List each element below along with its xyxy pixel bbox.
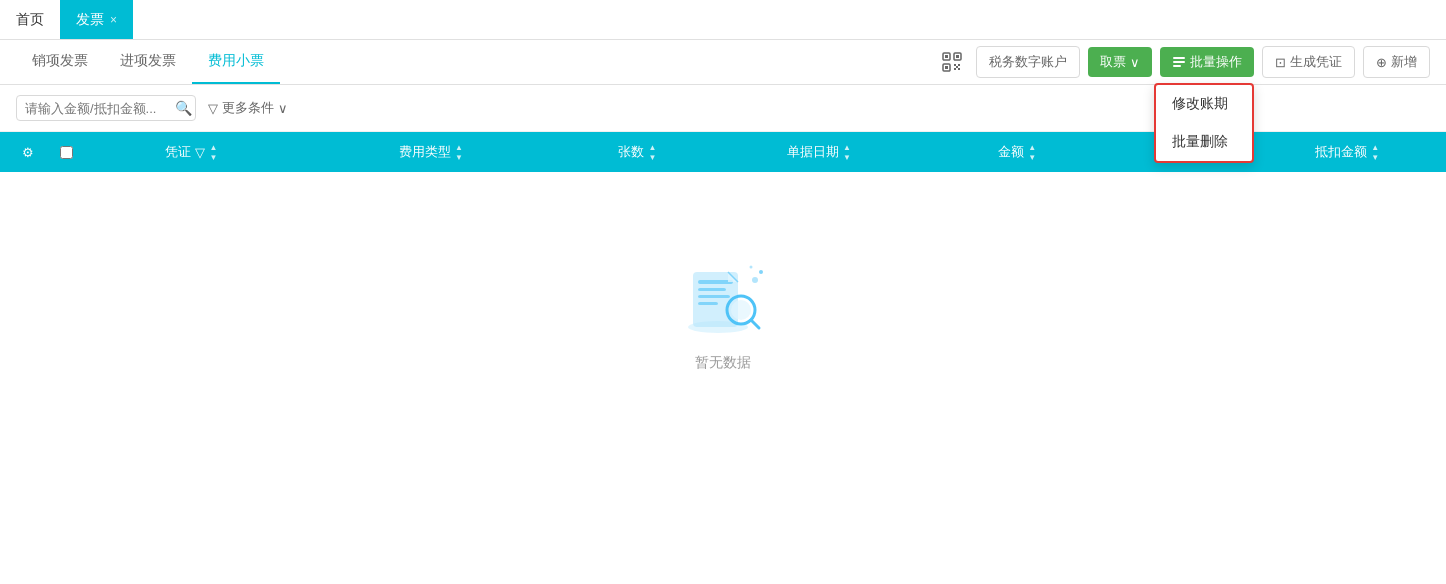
th-checkbox[interactable] [48, 146, 84, 159]
generate-voucher-button[interactable]: ⊡ 生成凭证 [1262, 46, 1355, 78]
sub-tab-expense[interactable]: 费用小票 [192, 40, 280, 84]
svg-point-21 [731, 300, 751, 320]
filter-more-button[interactable]: ▽ 更多条件 ∨ [208, 99, 288, 117]
sub-tab-incoming[interactable]: 进项发票 [104, 40, 192, 84]
svg-rect-12 [1173, 61, 1185, 63]
th-settings[interactable]: ⚙ [8, 145, 48, 160]
svg-rect-17 [698, 288, 726, 291]
svg-rect-3 [956, 55, 959, 58]
top-nav: 首页 发票 × [0, 0, 1446, 40]
th-deduct-amount-label: 抵扣金额 [1315, 143, 1367, 161]
nav-tab-label: 发票 [76, 11, 104, 29]
qr-icon [941, 51, 963, 73]
batch-ops-icon [1172, 55, 1186, 69]
search-input[interactable] [25, 101, 175, 116]
th-amount-label: 金额 [998, 143, 1024, 161]
batch-ops-label: 批量操作 [1190, 53, 1242, 71]
svg-rect-13 [1173, 65, 1181, 67]
th-count[interactable]: 张数 ▲▼ [563, 143, 711, 162]
svg-rect-9 [958, 68, 960, 70]
sub-tab-sales[interactable]: 销项发票 [16, 40, 104, 84]
new-button[interactable]: ⊕ 新增 [1363, 46, 1430, 78]
th-date-label: 单据日期 [787, 143, 839, 161]
th-amount-sort[interactable]: ▲▼ [1028, 143, 1036, 162]
svg-rect-8 [954, 68, 956, 70]
svg-rect-16 [698, 280, 733, 284]
take-ticket-label: 取票 [1100, 53, 1126, 71]
content-area: 销项发票 进项发票 费用小票 [0, 40, 1446, 584]
th-date[interactable]: 单据日期 ▲▼ [712, 143, 927, 162]
new-icon: ⊕ [1376, 55, 1387, 70]
svg-rect-5 [945, 66, 948, 69]
nav-tab-invoice[interactable]: 发票 × [60, 0, 133, 39]
batch-ops-dropdown: 修改账期 批量删除 [1154, 83, 1254, 163]
take-ticket-arrow: ∨ [1130, 55, 1140, 70]
th-voucher[interactable]: 凭证 ▽ ▲▼ [84, 143, 299, 162]
qr-code-button[interactable] [936, 46, 968, 78]
filter-label: 更多条件 [222, 99, 274, 117]
select-all-checkbox[interactable] [60, 146, 73, 159]
svg-line-22 [751, 320, 759, 328]
dropdown-item-modify-period[interactable]: 修改账期 [1156, 85, 1252, 123]
search-icon[interactable]: 🔍 [175, 100, 192, 116]
generate-voucher-icon: ⊡ [1275, 55, 1286, 70]
generate-voucher-label: 生成凭证 [1290, 53, 1342, 71]
filter-icon: ▽ [208, 101, 218, 116]
th-deduct-amount-sort[interactable]: ▲▼ [1371, 143, 1379, 162]
svg-rect-7 [958, 64, 960, 66]
search-box: 🔍 [16, 95, 196, 121]
batch-ops-wrapper: 批量操作 修改账期 批量删除 [1160, 47, 1254, 77]
th-date-sort[interactable]: ▲▼ [843, 143, 851, 162]
th-count-label: 张数 [618, 143, 644, 161]
th-deduct-amount[interactable]: 抵扣金额 ▲▼ [1256, 143, 1438, 162]
empty-illustration [673, 252, 773, 342]
take-ticket-button[interactable]: 取票 ∨ [1088, 47, 1152, 77]
svg-rect-6 [954, 64, 956, 66]
batch-ops-button[interactable]: 批量操作 [1160, 47, 1254, 77]
th-expense-sort[interactable]: ▲▼ [455, 143, 463, 162]
svg-rect-18 [698, 295, 730, 298]
nav-home[interactable]: 首页 [0, 0, 60, 39]
empty-state: 暂无数据 [0, 172, 1446, 412]
th-count-sort[interactable]: ▲▼ [648, 143, 656, 162]
th-expense-label: 费用类型 [399, 143, 451, 161]
settings-icon: ⚙ [22, 145, 34, 160]
th-expense-type[interactable]: 费用类型 ▲▼ [299, 143, 563, 162]
svg-point-25 [750, 266, 753, 269]
svg-rect-19 [698, 302, 718, 305]
filter-arrow: ∨ [278, 101, 288, 116]
svg-rect-10 [956, 66, 958, 68]
svg-rect-1 [945, 55, 948, 58]
th-voucher-filter-icon: ▽ [195, 145, 205, 160]
dropdown-item-batch-delete[interactable]: 批量删除 [1156, 123, 1252, 161]
toolbar-left: 🔍 ▽ 更多条件 ∨ [16, 95, 288, 121]
svg-rect-11 [1173, 57, 1185, 59]
svg-point-24 [759, 270, 763, 274]
tax-digital-button[interactable]: 税务数字账户 [976, 46, 1080, 78]
nav-tab-close[interactable]: × [110, 13, 117, 27]
th-amount[interactable]: 金额 ▲▼ [926, 143, 1108, 162]
empty-text: 暂无数据 [695, 354, 751, 372]
th-voucher-sort[interactable]: ▲▼ [209, 143, 217, 162]
svg-point-23 [752, 277, 758, 283]
th-voucher-label: 凭证 [165, 143, 191, 161]
new-label: 新增 [1391, 53, 1417, 71]
sub-tabs: 销项发票 进项发票 费用小票 [0, 40, 936, 84]
